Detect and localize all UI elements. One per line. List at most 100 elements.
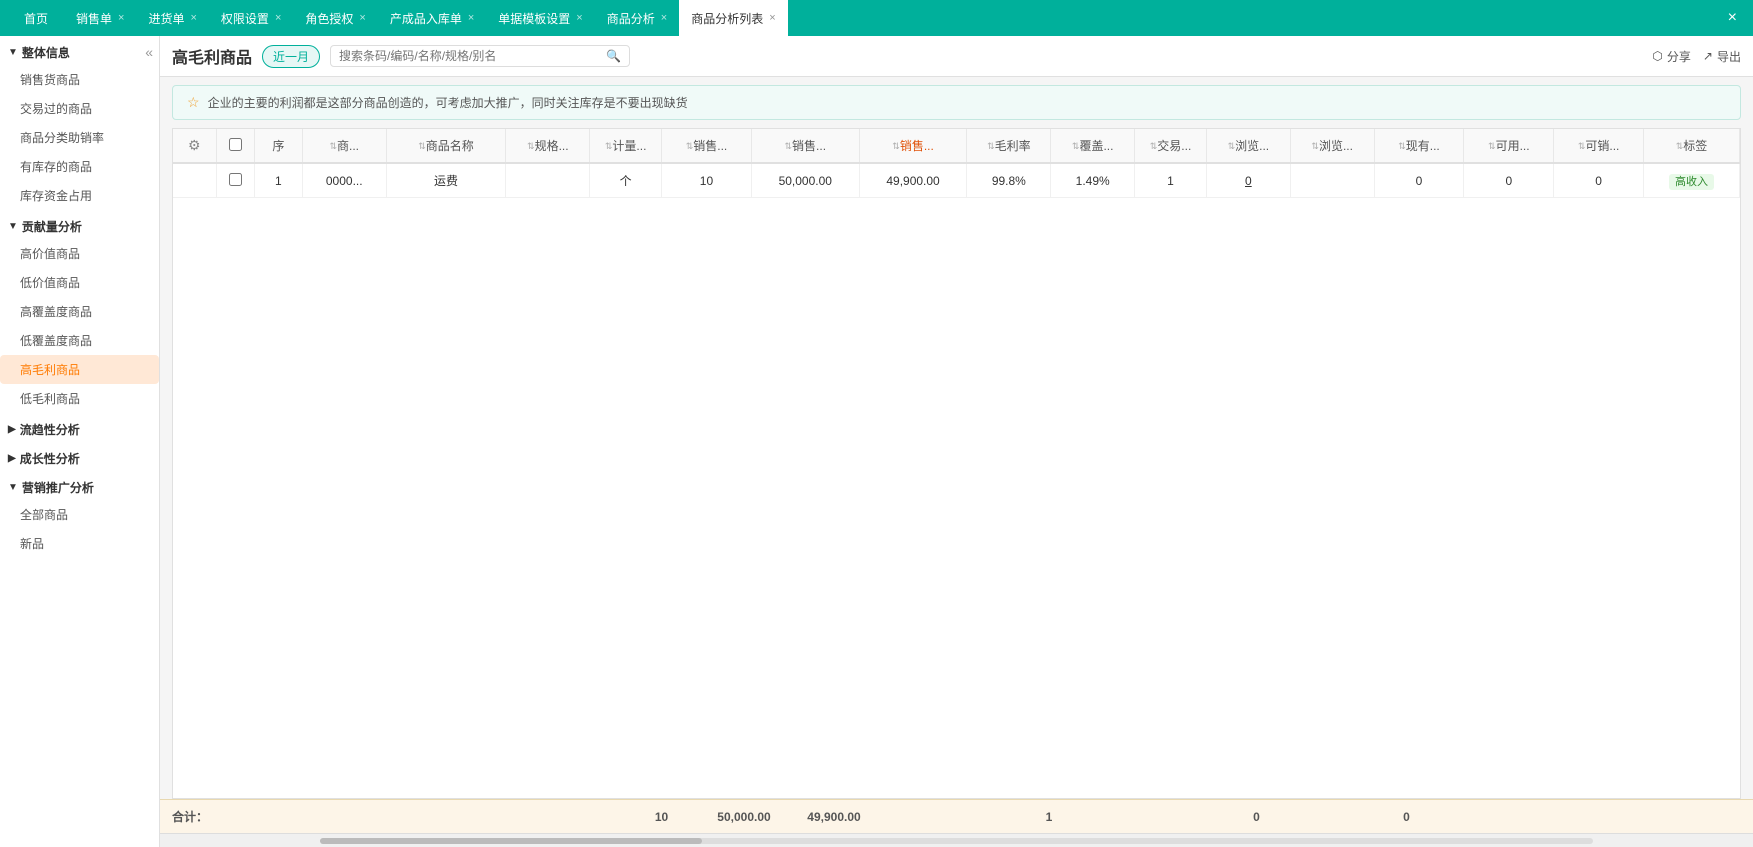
window-close-button[interactable]: × <box>1720 9 1745 27</box>
col-gross-margin[interactable]: ⇅毛利率 <box>967 129 1051 163</box>
tab-role-auth[interactable]: 角色授权 × <box>293 0 377 36</box>
sidebar-item-all-goods[interactable]: 全部商品 <box>0 500 159 529</box>
col-checkbox[interactable] <box>216 129 254 163</box>
share-label: 分享 <box>1667 48 1691 65</box>
sidebar-group-contribution-analysis[interactable]: ▼ 贡献量分析 <box>0 210 159 239</box>
col-name[interactable]: ⇅商品名称 <box>386 129 506 163</box>
table-cell: 0 <box>1374 163 1464 198</box>
sidebar-group-flow-analysis[interactable]: ▶ 流趋性分析 <box>0 413 159 442</box>
browse-link[interactable]: 0 <box>1245 174 1252 188</box>
table-cell: 0000... <box>302 163 386 198</box>
close-icon[interactable]: × <box>661 12 667 24</box>
export-button[interactable]: ↗ 导出 <box>1703 48 1741 65</box>
gear-icon[interactable]: ⚙ <box>188 137 201 153</box>
scroll-thumb[interactable] <box>320 838 702 844</box>
sidebar-item-category-sales-rate[interactable]: 商品分类助销率 <box>0 123 159 152</box>
sidebar-collapse-button[interactable]: « <box>145 44 153 60</box>
row-checkbox[interactable] <box>229 173 242 186</box>
tab-product-analysis[interactable]: 商品分析 × <box>595 0 679 36</box>
close-icon[interactable]: × <box>576 12 582 24</box>
col-current-stock[interactable]: ⇅现有... <box>1374 129 1464 163</box>
horizontal-scrollbar[interactable] <box>160 833 1753 847</box>
table-cell: 0 <box>1554 163 1644 198</box>
col-spec[interactable]: ⇅规格... <box>506 129 590 163</box>
search-icon[interactable]: 🔍 <box>606 49 621 63</box>
sidebar-item-stocked-goods[interactable]: 有库存的商品 <box>0 152 159 181</box>
table-cell: 1 <box>254 163 302 198</box>
close-icon[interactable]: × <box>468 12 474 24</box>
select-all-checkbox[interactable] <box>229 138 242 151</box>
table-cell <box>216 163 254 198</box>
col-browse2[interactable]: ⇅浏览... <box>1290 129 1374 163</box>
col-browse1[interactable]: ⇅浏览... <box>1206 129 1290 163</box>
sidebar-item-low-value[interactable]: 低价值商品 <box>0 268 159 297</box>
col-sales-amount[interactable]: ⇅销售... <box>751 129 859 163</box>
tab-product-analysis-list[interactable]: 商品分析列表 × <box>679 0 787 36</box>
scroll-track[interactable] <box>320 838 1593 844</box>
tab-sales-order[interactable]: 销售单 × <box>64 0 136 36</box>
sidebar-item-sales-goods[interactable]: 销售货商品 <box>0 65 159 94</box>
col-sellable[interactable]: ⇅可销... <box>1554 129 1644 163</box>
sidebar-group-growth-analysis[interactable]: ▶ 成长性分析 <box>0 442 159 471</box>
sidebar-item-low-margin[interactable]: 低毛利商品 <box>0 384 159 413</box>
tab-sales-order-label: 销售单 <box>76 10 112 27</box>
close-icon[interactable]: × <box>275 12 281 24</box>
info-banner: ☆ 企业的主要的利润都是这部分商品创造的，可考虑加大推广，同时关注库存是不要出现… <box>172 85 1741 120</box>
chevron-right-icon: ▶ <box>8 453 16 464</box>
footer-sales-qty: 10 <box>624 810 699 824</box>
tab-home-label: 首页 <box>24 10 48 27</box>
share-button[interactable]: ⬡ 分享 <box>1652 48 1691 65</box>
sidebar-item-low-coverage[interactable]: 低覆盖度商品 <box>0 326 159 355</box>
col-sales-profit[interactable]: ⇅销售... <box>859 129 967 163</box>
col-available[interactable]: ⇅可用... <box>1464 129 1554 163</box>
table-cell: 50,000.00 <box>751 163 859 198</box>
col-trade-count[interactable]: ⇅交易... <box>1135 129 1207 163</box>
export-label: 导出 <box>1717 48 1741 65</box>
sidebar-group-marketing-analysis[interactable]: ▼ 营销推广分析 <box>0 471 159 500</box>
sidebar-group-overall-info[interactable]: ▼ 整体信息 <box>0 36 159 65</box>
sidebar-item-high-coverage[interactable]: 高覆盖度商品 <box>0 297 159 326</box>
chevron-down-icon: ▼ <box>8 221 18 232</box>
sidebar-item-stock-capital[interactable]: 库存资金占用 <box>0 181 159 210</box>
col-settings[interactable]: ⚙ <box>173 129 216 163</box>
footer-total-row: 合计： 10 50,000.00 49,900.00 1 0 0 <box>160 799 1753 833</box>
sidebar-item-high-margin[interactable]: 高毛利商品 <box>0 355 159 384</box>
data-table-wrapper[interactable]: ⚙ 序 ⇅商... ⇅商品名称 ⇅规格... ⇅计量... ⇅销售... ⇅销售… <box>172 128 1741 799</box>
content-area: 高毛利商品 近一月 🔍 ⬡ 分享 ↗ 导出 ☆ 企业的主要的利润都是这部分商品创… <box>160 36 1753 847</box>
sidebar-item-new-goods[interactable]: 新品 <box>0 529 159 558</box>
close-icon[interactable]: × <box>769 12 775 24</box>
close-icon[interactable]: × <box>359 12 365 24</box>
tab-permission-settings[interactable]: 权限设置 × <box>209 0 293 36</box>
col-unit[interactable]: ⇅计量... <box>590 129 662 163</box>
close-icon[interactable]: × <box>190 12 196 24</box>
table-cell: 99.8% <box>967 163 1051 198</box>
tab-product-inbound[interactable]: 产成品入库单 × <box>378 0 486 36</box>
close-icon[interactable]: × <box>118 12 124 24</box>
tab-template-settings[interactable]: 单据模板设置 × <box>486 0 594 36</box>
col-seq[interactable]: 序 <box>254 129 302 163</box>
tab-purchase-order[interactable]: 进货单 × <box>136 0 208 36</box>
table-cell <box>1290 163 1374 198</box>
filter-tag-recent-month[interactable]: 近一月 <box>262 45 320 68</box>
col-tag[interactable]: ⇅标签 <box>1644 129 1740 163</box>
table-cell: 运费 <box>386 163 506 198</box>
table-cell: 49,900.00 <box>859 163 967 198</box>
header-actions: ⬡ 分享 ↗ 导出 <box>1652 48 1741 65</box>
col-coverage[interactable]: ⇅覆盖... <box>1051 129 1135 163</box>
table-cell: 1.49% <box>1051 163 1135 198</box>
tab-product-analysis-label: 商品分析 <box>607 10 655 27</box>
search-box[interactable]: 🔍 <box>330 45 630 67</box>
chevron-down-icon: ▼ <box>8 482 18 493</box>
tab-home[interactable]: 首页 <box>8 0 64 36</box>
search-input[interactable] <box>339 49 606 63</box>
footer-sellable: 0 <box>1369 810 1444 824</box>
table-cell: 1 <box>1135 163 1207 198</box>
table-cell <box>173 163 216 198</box>
content-header: 高毛利商品 近一月 🔍 ⬡ 分享 ↗ 导出 <box>160 36 1753 77</box>
tab-permission-settings-label: 权限设置 <box>221 10 269 27</box>
table-cell: 高收入 <box>1644 163 1740 198</box>
sidebar-item-traded-goods[interactable]: 交易过的商品 <box>0 94 159 123</box>
col-sales-qty[interactable]: ⇅销售... <box>662 129 752 163</box>
sidebar-item-high-value[interactable]: 高价值商品 <box>0 239 159 268</box>
col-code[interactable]: ⇅商... <box>302 129 386 163</box>
